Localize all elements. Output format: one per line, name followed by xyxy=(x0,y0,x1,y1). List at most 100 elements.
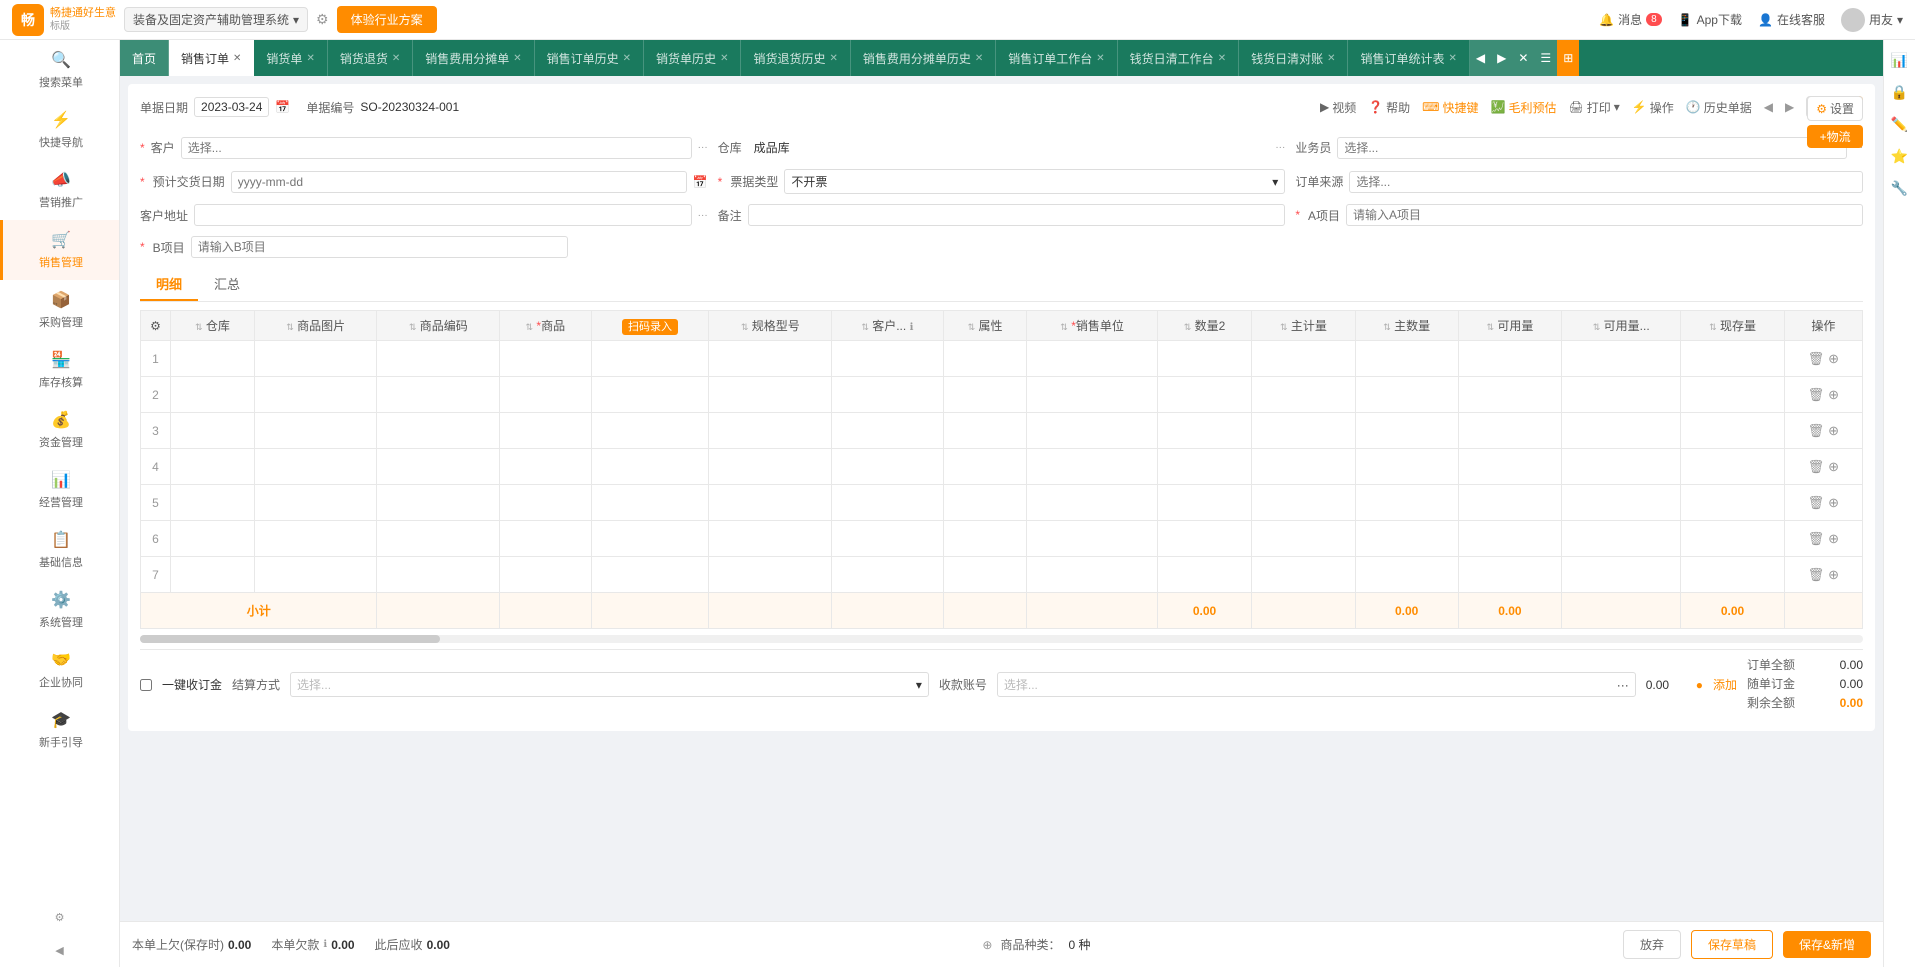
sidebar-item-basic[interactable]: 📋 基础信息 xyxy=(0,520,119,580)
row6-stock-qty[interactable] xyxy=(1681,521,1784,557)
row5-copy-icon[interactable]: ⊕ xyxy=(1828,495,1839,511)
row4-spec[interactable] xyxy=(709,449,832,485)
row3-attribute[interactable] xyxy=(943,413,1027,449)
row4-code[interactable] xyxy=(377,449,500,485)
row1-main-qty[interactable] xyxy=(1355,341,1458,377)
row5-warehouse[interactable] xyxy=(171,485,255,521)
row6-available-qty[interactable] xyxy=(1458,521,1561,557)
row7-main-qty[interactable] xyxy=(1355,557,1458,593)
row7-stock-qty[interactable] xyxy=(1681,557,1784,593)
row7-image[interactable] xyxy=(254,557,377,593)
action-print[interactable]: 🖨 打印 ▾ xyxy=(1568,99,1619,116)
tab-detail[interactable]: 明细 xyxy=(140,268,198,301)
tab-close-fee-split[interactable]: ✕ xyxy=(513,53,521,64)
row5-customer-code[interactable] xyxy=(832,485,944,521)
row6-customer-code[interactable] xyxy=(832,521,944,557)
remarks-input[interactable] xyxy=(748,204,1286,226)
row5-qty2[interactable] xyxy=(1157,485,1252,521)
row6-spec[interactable] xyxy=(709,521,832,557)
row3-image[interactable] xyxy=(254,413,377,449)
right-panel-star-icon[interactable]: ⭐ xyxy=(1888,144,1912,168)
customer-input[interactable] xyxy=(181,137,692,159)
row5-main-qty[interactable] xyxy=(1355,485,1458,521)
row6-main-qty[interactable] xyxy=(1355,521,1458,557)
online-service[interactable]: 👤 在线客服 xyxy=(1758,11,1825,28)
row2-unit[interactable] xyxy=(1027,377,1157,413)
tab-nav-next[interactable]: ▶ xyxy=(1491,40,1512,76)
sidebar-item-marketing[interactable]: 📣 营销推广 xyxy=(0,160,119,220)
row4-customer-code[interactable] xyxy=(832,449,944,485)
row7-warehouse[interactable] xyxy=(171,557,255,593)
nav-prev-icon[interactable]: ◀ xyxy=(1764,100,1773,114)
row1-qty2[interactable] xyxy=(1157,341,1252,377)
row3-available-qty[interactable] xyxy=(1458,413,1561,449)
account-more-icon[interactable]: ··· xyxy=(1617,678,1629,692)
a-project-input[interactable] xyxy=(1346,204,1863,226)
tab-nav-menu[interactable]: ☰ xyxy=(1534,40,1557,76)
tab-order-history[interactable]: 销售订单历史 ✕ xyxy=(535,40,644,76)
row5-available-qty2[interactable] xyxy=(1562,485,1681,521)
tab-close-cash-workbench[interactable]: ✕ xyxy=(1218,53,1226,64)
right-panel-chart-icon[interactable]: 📊 xyxy=(1888,48,1912,72)
save-draft-button[interactable]: 保存草稿 xyxy=(1691,930,1773,959)
sidebar-settings[interactable]: ⚙ xyxy=(0,901,119,934)
row3-main-unit[interactable] xyxy=(1252,413,1355,449)
sidebar-item-enterprise[interactable]: 🤝 企业协同 xyxy=(0,640,119,700)
row6-delete-icon[interactable]: 🗑 xyxy=(1808,531,1825,547)
row4-main-qty[interactable] xyxy=(1355,449,1458,485)
row1-product[interactable] xyxy=(500,341,591,377)
row4-unit[interactable] xyxy=(1027,449,1157,485)
settings-button[interactable]: ⚙ 设置 xyxy=(1807,96,1863,121)
row2-copy-icon[interactable]: ⊕ xyxy=(1828,387,1839,403)
tab-close-return-history[interactable]: ✕ xyxy=(720,53,728,64)
customer-address-input[interactable] xyxy=(194,204,692,226)
row6-product[interactable] xyxy=(500,521,591,557)
row4-warehouse[interactable] xyxy=(171,449,255,485)
action-help[interactable]: ❓ 帮助 xyxy=(1368,99,1410,116)
row4-available-qty[interactable] xyxy=(1458,449,1561,485)
row4-copy-icon[interactable]: ⊕ xyxy=(1828,459,1839,475)
row5-image[interactable] xyxy=(254,485,377,521)
discard-button[interactable]: 放弃 xyxy=(1623,930,1681,959)
row6-warehouse[interactable] xyxy=(171,521,255,557)
row3-spec[interactable] xyxy=(709,413,832,449)
row7-customer-code[interactable] xyxy=(832,557,944,593)
row1-customer-code[interactable] xyxy=(832,341,944,377)
action-profit[interactable]: 💹 毛利预估 xyxy=(1491,99,1557,116)
row3-code[interactable] xyxy=(377,413,500,449)
row3-product[interactable] xyxy=(500,413,591,449)
tab-sales-refund[interactable]: 销货退货 ✕ xyxy=(328,40,413,76)
tab-close-fee-history[interactable]: ✕ xyxy=(975,53,983,64)
nav-next-icon[interactable]: ▶ xyxy=(1785,100,1794,114)
sidebar-item-newbie[interactable]: 🎓 新手引导 xyxy=(0,700,119,760)
row2-delete-icon[interactable]: 🗑 xyxy=(1808,387,1825,403)
action-operations[interactable]: ⚡ 操作 xyxy=(1632,99,1674,116)
save-new-button[interactable]: 保存&新增 xyxy=(1783,931,1871,958)
row6-main-unit[interactable] xyxy=(1252,521,1355,557)
row1-main-unit[interactable] xyxy=(1252,341,1355,377)
row2-image[interactable] xyxy=(254,377,377,413)
row4-product[interactable] xyxy=(500,449,591,485)
row2-warehouse[interactable] xyxy=(171,377,255,413)
tab-close-refund-history[interactable]: ✕ xyxy=(829,53,837,64)
row5-unit[interactable] xyxy=(1027,485,1157,521)
row7-copy-icon[interactable]: ⊕ xyxy=(1828,567,1839,583)
row5-product[interactable] xyxy=(500,485,591,521)
row7-attribute[interactable] xyxy=(943,557,1027,593)
row2-stock-qty[interactable] xyxy=(1681,377,1784,413)
row6-copy-icon[interactable]: ⊕ xyxy=(1828,531,1839,547)
row2-main-unit[interactable] xyxy=(1252,377,1355,413)
row5-available-qty[interactable] xyxy=(1458,485,1561,521)
row4-image[interactable] xyxy=(254,449,377,485)
row7-spec[interactable] xyxy=(709,557,832,593)
right-panel-tool-icon[interactable]: 🔧 xyxy=(1888,176,1912,200)
system-selector[interactable]: 装备及固定资产辅助管理系统 ▾ xyxy=(124,7,308,32)
tab-close-sales-order[interactable]: ✕ xyxy=(233,53,241,64)
row6-unit[interactable] xyxy=(1027,521,1157,557)
row3-unit[interactable] xyxy=(1027,413,1157,449)
row1-stock-qty[interactable] xyxy=(1681,341,1784,377)
row3-customer-code[interactable] xyxy=(832,413,944,449)
row4-delete-icon[interactable]: 🗑 xyxy=(1808,459,1825,475)
tab-sales-return[interactable]: 销货单 ✕ xyxy=(254,40,327,76)
sidebar-item-inventory[interactable]: 🏪 库存核算 xyxy=(0,340,119,400)
